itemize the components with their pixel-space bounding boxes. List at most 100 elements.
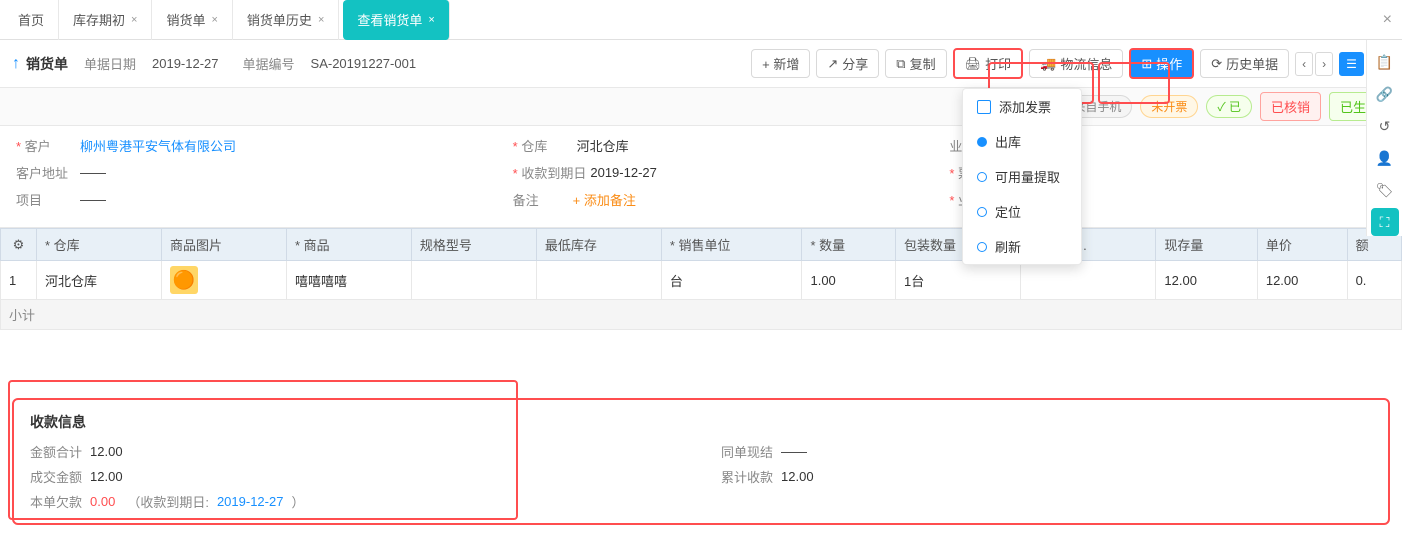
summary-row-same-settle: 同单现结 ——	[721, 442, 1372, 461]
owed-label: 本单欠款	[30, 492, 82, 511]
due-note-end: ）	[291, 492, 304, 511]
truck-icon: 🚚	[1040, 56, 1056, 72]
not-opened-tag[interactable]: 未开票	[1140, 95, 1198, 118]
row-warehouse: 河北仓库	[37, 261, 162, 300]
print-icon: 🖨	[965, 56, 982, 72]
tab-sales-history[interactable]: 销货单历史 ×	[233, 0, 339, 40]
project-field: 项目 ——	[16, 190, 453, 209]
history-button[interactable]: ⟳ 历史单据	[1200, 49, 1289, 78]
due-date-value: 2019-12-27	[590, 165, 657, 180]
warehouse-value: 河北仓库	[577, 136, 629, 155]
tab-home[interactable]: 首页	[8, 0, 59, 40]
form-area: 客户 柳州粤港平安气体有限公司 仓库 河北仓库 业务员 演示账号 客户地址 ——	[0, 126, 1402, 228]
row-current-stock: 12.00	[1156, 261, 1257, 300]
due-date-label: 收款到期日	[513, 163, 587, 182]
sidebar-expand-icon[interactable]: ⛶	[1371, 208, 1399, 236]
project-label: 项目	[16, 190, 76, 209]
same-settle-value: ——	[781, 444, 807, 459]
address-label: 客户地址	[16, 163, 76, 182]
share-icon: ↗	[827, 56, 838, 72]
product-image: 🟠	[170, 266, 198, 294]
col-spec: 规格型号	[411, 229, 536, 261]
summary-row-deal: 成交金额 12.00	[30, 467, 681, 486]
share-button[interactable]: ↗ 分享	[816, 49, 879, 78]
copy-icon: ⧉	[896, 56, 905, 72]
doc-actions: + 新增 ↗ 分享 ⧉ 复制 🖨 打印 🚚 物流信息	[751, 48, 1390, 79]
row-unit-price: 12.00	[1257, 261, 1347, 300]
tab-sales[interactable]: 销货单 ×	[152, 0, 232, 40]
doc-meta: 单据日期 2019-12-27 单据编号 SA-20191227-001	[84, 54, 416, 73]
add-invoice-label: 添加发票	[999, 97, 1051, 116]
add-note-button[interactable]: + 添加备注	[573, 190, 636, 209]
warehouse-field: 仓库 河北仓库	[513, 136, 950, 155]
doc-icon: ↑	[12, 55, 20, 73]
operations-button[interactable]: ⊞ 操作	[1129, 48, 1194, 79]
row-spec	[411, 261, 536, 300]
tab-sales-history-close[interactable]: ×	[318, 14, 324, 26]
row-package-qty: 1台	[896, 261, 1021, 300]
row-unit: 台	[661, 261, 802, 300]
logistics-button[interactable]: 🚚 物流信息	[1029, 49, 1123, 78]
col-product-img: 商品图片	[161, 229, 286, 261]
customer-field: 客户 柳州粤港平安气体有限公司	[16, 136, 453, 155]
total-value: 12.00	[90, 444, 123, 459]
available-pickup-icon	[977, 172, 987, 182]
grid-icon: ⊞	[1141, 56, 1152, 72]
sidebar-info-icon[interactable]: 📋	[1371, 48, 1399, 76]
new-button[interactable]: + 新增	[751, 49, 810, 78]
add-invoice-icon	[977, 100, 991, 114]
row-amount: 0.	[1347, 261, 1401, 300]
refresh-item[interactable]: 刷新	[963, 229, 1081, 264]
tab-sales-close[interactable]: ×	[211, 14, 217, 26]
outbound-icon	[977, 137, 987, 147]
summary-row-owed: 本单欠款 0.00 （收款到期日: 2019-12-27 ）	[30, 492, 681, 511]
customer-value[interactable]: 柳州粤港平安气体有限公司	[80, 136, 236, 155]
due-date-field: 收款到期日 2019-12-27	[513, 163, 950, 182]
list-view-icon[interactable]: ☰	[1339, 52, 1364, 76]
total-label: 金额合计	[30, 442, 82, 461]
print-button[interactable]: 🖨 打印	[953, 48, 1024, 79]
row-product: 嘻嘻嘻嘻	[286, 261, 411, 300]
check-tag[interactable]: ✓ 已	[1206, 95, 1252, 118]
due-note: （收款到期日:	[127, 492, 209, 511]
operations-dropdown: 添加发票 出库 可用量提取 定位 刷新	[962, 88, 1082, 265]
tab-inventory[interactable]: 库存期初 ×	[59, 0, 152, 40]
sidebar-rotate-icon[interactable]: ↺	[1371, 112, 1399, 140]
sidebar-tag-icon[interactable]: 🏷	[1371, 176, 1399, 204]
close-all-tabs[interactable]: ×	[1383, 11, 1392, 29]
prev-arrow[interactable]: ‹	[1295, 52, 1313, 76]
due-date-note: 2019-12-27	[217, 494, 284, 509]
col-settings[interactable]: ⚙	[1, 229, 37, 261]
tab-view-sales[interactable]: 查看销货单 ×	[343, 0, 449, 40]
nav-arrows: ‹ ›	[1295, 52, 1333, 76]
refresh-icon	[977, 242, 987, 252]
col-quantity: * 数量	[802, 229, 896, 261]
add-invoice-item[interactable]: 添加发票	[963, 89, 1081, 124]
available-pickup-item[interactable]: 可用量提取	[963, 159, 1081, 194]
outbound-item[interactable]: 出库	[963, 124, 1081, 159]
deal-value: 12.00	[90, 469, 123, 484]
locate-item[interactable]: 定位	[963, 194, 1081, 229]
tab-inventory-close[interactable]: ×	[131, 14, 137, 26]
row-product-img: 🟠	[161, 261, 286, 300]
col-unit-price: 单价	[1257, 229, 1347, 261]
customer-label: 客户	[16, 136, 76, 155]
table-wrapper: ⚙ * 仓库 商品图片 * 商品 规格型号 最低库存 * 销售单位 * 数量 包…	[0, 228, 1402, 390]
row-available	[1021, 261, 1156, 300]
table-row: 1 河北仓库 🟠 嘻嘻嘻嘻 台 1.00 1台 12.00 12.00	[1, 261, 1402, 300]
row-min-stock	[536, 261, 661, 300]
tab-view-sales-close[interactable]: ×	[428, 14, 434, 26]
right-sidebar: 📋 🔗 ↺ 👤 🏷 ⛶	[1366, 40, 1402, 236]
warehouse-label: 仓库	[513, 136, 573, 155]
subtotal-row: 小计	[1, 300, 1402, 330]
collected-label: 累计收款	[721, 467, 773, 486]
row-no: 1	[1, 261, 37, 300]
available-pickup-label: 可用量提取	[995, 167, 1060, 186]
sidebar-link-icon[interactable]: 🔗	[1371, 80, 1399, 108]
next-arrow[interactable]: ›	[1315, 52, 1333, 76]
sidebar-user-icon[interactable]: 👤	[1371, 144, 1399, 172]
address-field: 客户地址 ——	[16, 163, 453, 182]
copy-button[interactable]: ⧉ 复制	[885, 49, 946, 78]
subtotal-label: 小计	[1, 300, 1402, 330]
sold-button[interactable]: 已核销	[1260, 92, 1321, 121]
